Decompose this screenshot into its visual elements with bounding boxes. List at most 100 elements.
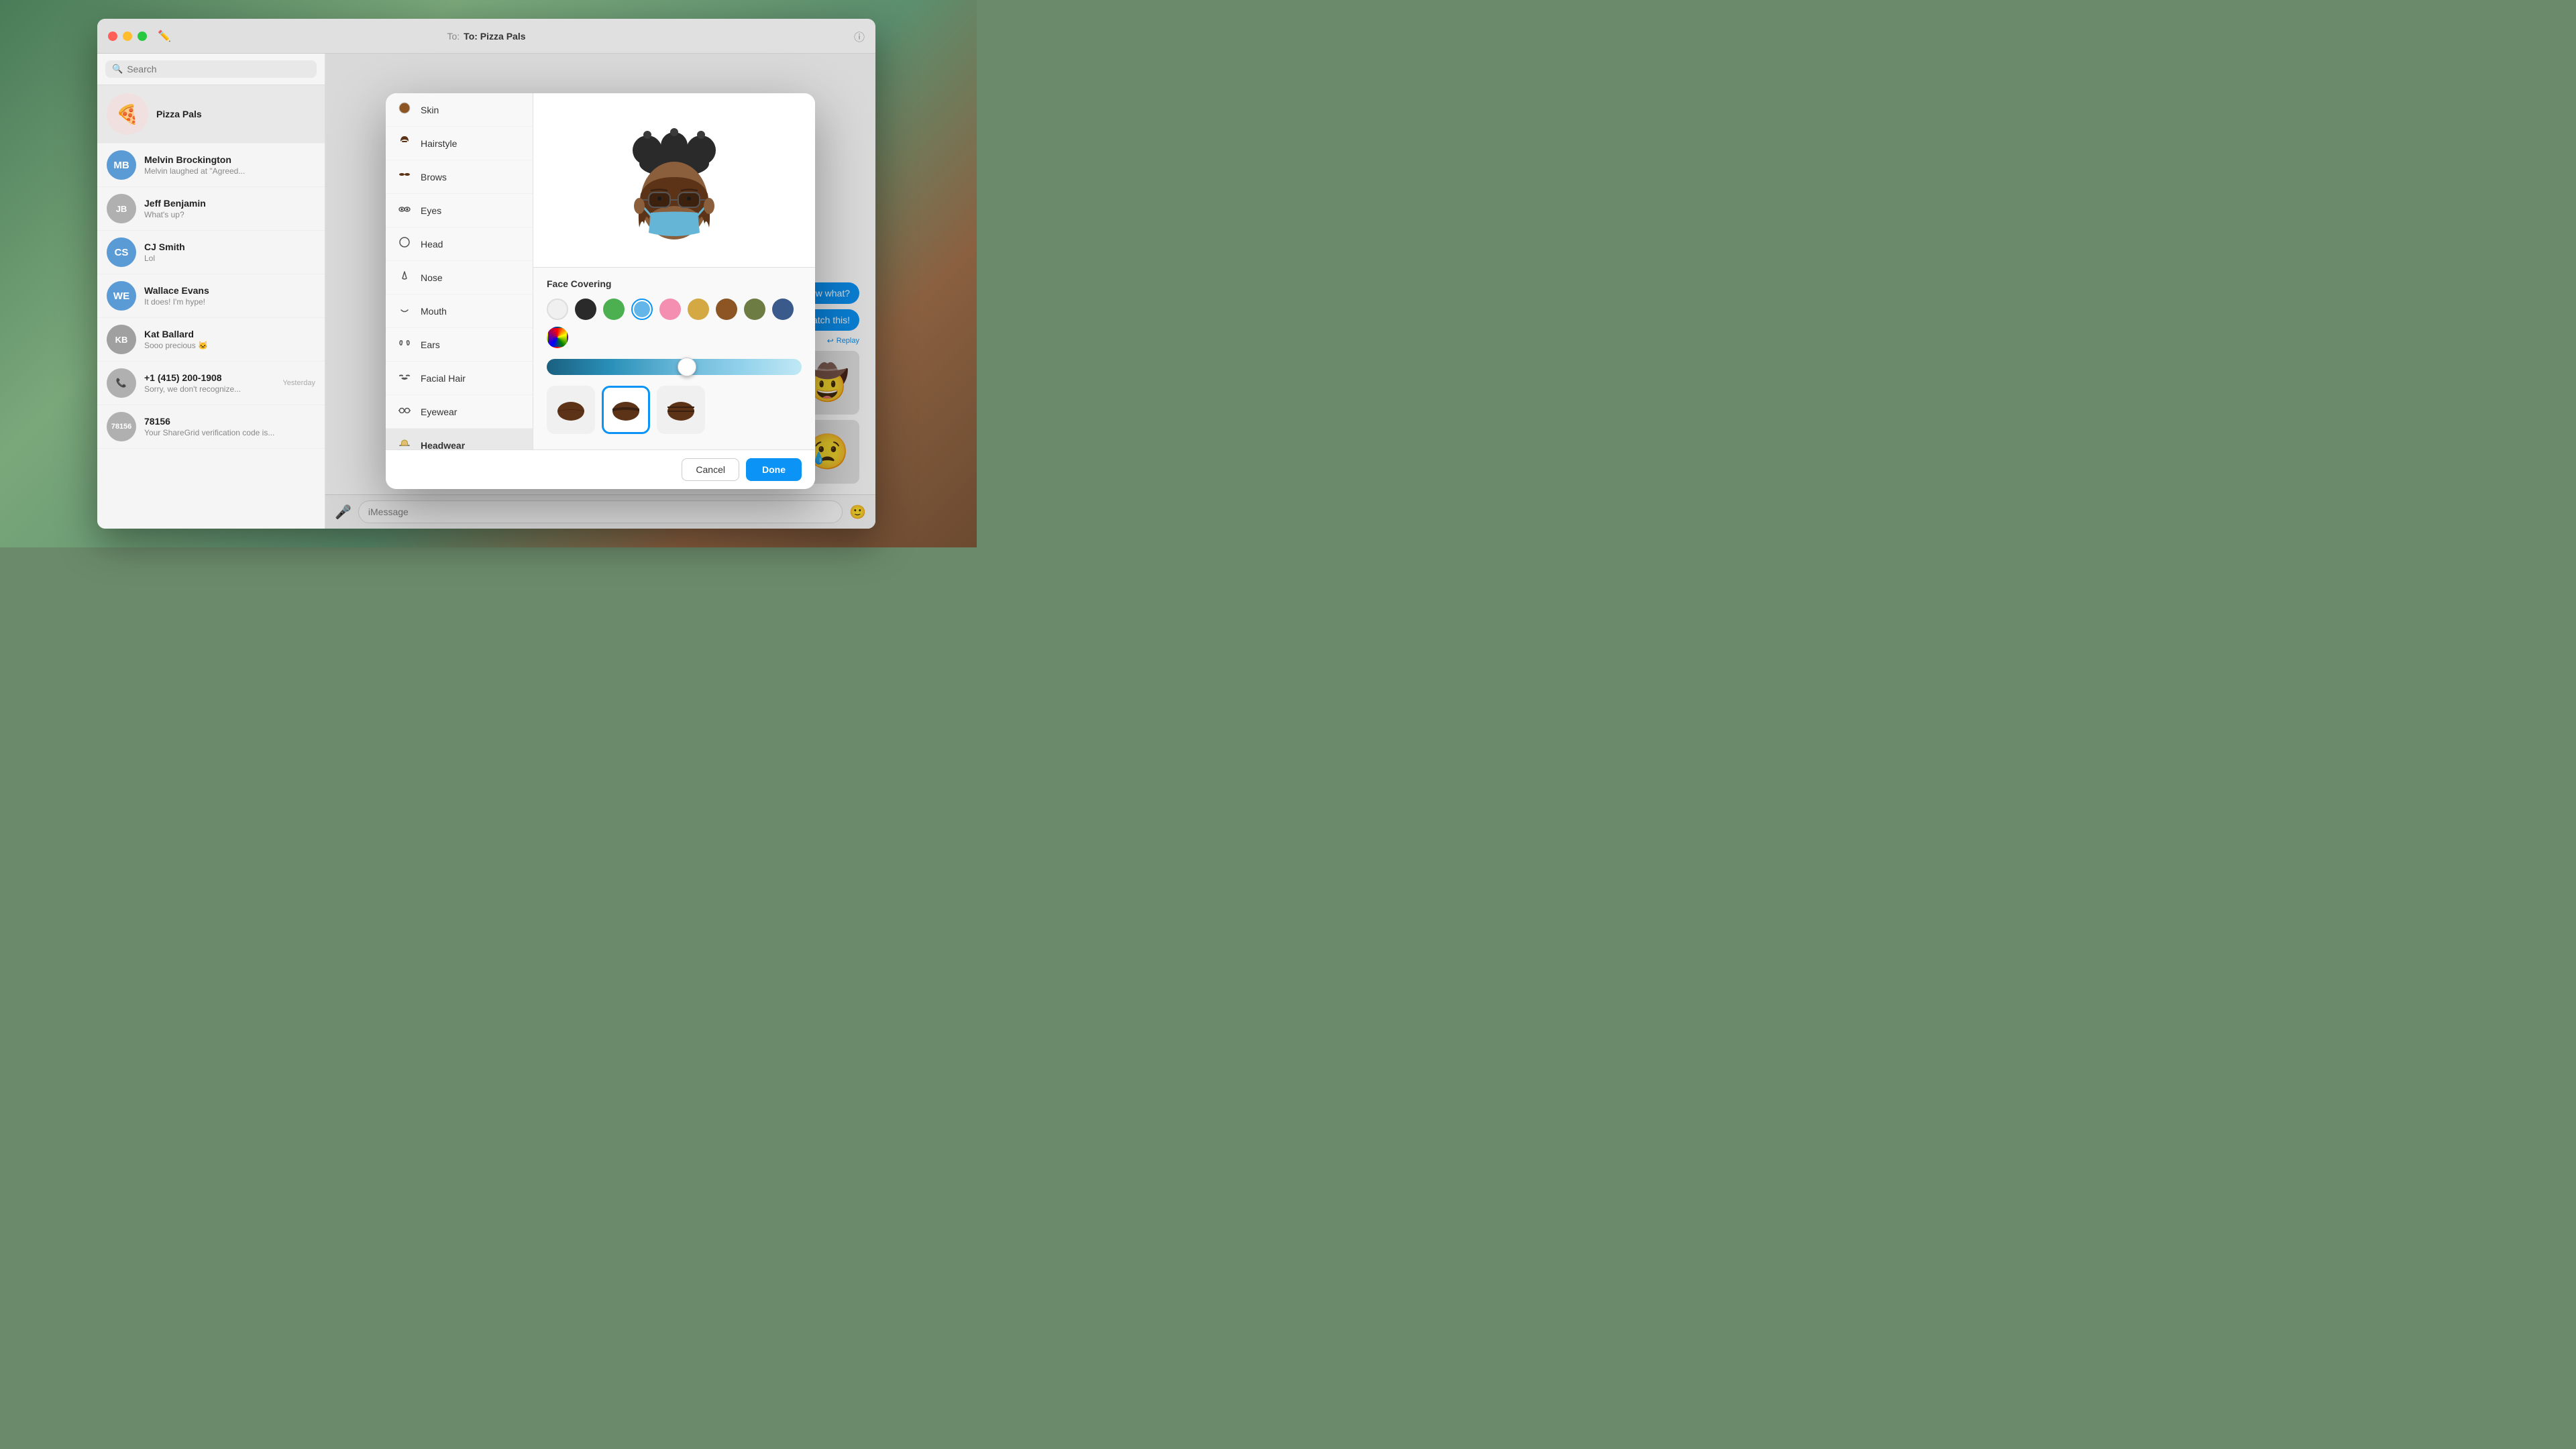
sidebar-item-ears[interactable]: Ears <box>386 328 533 362</box>
sidebar-item-headwear[interactable]: Headwear <box>386 429 533 449</box>
info-icon[interactable]: ⓘ <box>854 28 865 44</box>
search-input-wrap[interactable]: 🔍 <box>105 60 317 78</box>
nose-icon <box>396 269 413 286</box>
conv-name: +1 (415) 200-1908 <box>144 372 274 383</box>
conv-preview: It does! I'm hype! <box>144 297 315 307</box>
swatch-white[interactable] <box>547 299 568 320</box>
conv-preview: Your ShareGrid verification code is... <box>144 428 315 437</box>
sidebar-item-facial-hair[interactable]: Facial Hair <box>386 362 533 395</box>
sidebar-item-hairstyle[interactable]: Hairstyle <box>386 127 533 160</box>
options-panel: Face Covering <box>533 93 815 449</box>
swatch-navy[interactable] <box>772 299 794 320</box>
cancel-button[interactable]: Cancel <box>682 458 739 481</box>
avatar: 📞 <box>107 368 136 398</box>
list-item[interactable]: 78156 78156 Your ShareGrid verification … <box>97 405 325 449</box>
conv-name: 78156 <box>144 416 315 427</box>
conv-info: Pizza Pals <box>156 109 315 119</box>
sidebar-item-skin[interactable]: Skin <box>386 93 533 127</box>
search-input[interactable] <box>127 64 310 74</box>
ears-icon <box>396 336 413 353</box>
mouth-icon <box>396 303 413 319</box>
swatch-olive[interactable] <box>744 299 765 320</box>
conv-name: Kat Ballard <box>144 329 315 339</box>
dialog-body: Skin Hairstyle <box>386 93 815 449</box>
swatch-green[interactable] <box>603 299 625 320</box>
list-item[interactable]: KB Kat Ballard Sooo precious 🐱 <box>97 318 325 362</box>
conv-name: Melvin Brockington <box>144 154 315 165</box>
list-item[interactable]: 📞 +1 (415) 200-1908 Sorry, we don't reco… <box>97 362 325 405</box>
style-option-2[interactable] <box>602 386 650 434</box>
sidebar-item-head[interactable]: Head <box>386 227 533 261</box>
list-item[interactable]: CS CJ Smith Lol <box>97 231 325 274</box>
conv-info: Melvin Brockington Melvin laughed at "Ag… <box>144 154 315 176</box>
conv-info: Wallace Evans It does! I'm hype! <box>144 285 315 307</box>
title-bar: ✏️ To: To: Pizza Pals ⓘ <box>97 19 875 54</box>
category-label: Skin <box>421 105 439 115</box>
color-slider-wrap <box>547 359 802 375</box>
category-label: Nose <box>421 272 443 283</box>
swatch-light-blue[interactable] <box>631 299 653 320</box>
hairstyle-icon <box>396 135 413 152</box>
face-covering-options: Face Covering <box>533 268 815 449</box>
conv-preview: Lol <box>144 254 315 263</box>
style-options <box>547 386 802 434</box>
sidebar-item-nose[interactable]: Nose <box>386 261 533 294</box>
swatch-gold[interactable] <box>688 299 709 320</box>
section-title: Face Covering <box>547 278 802 289</box>
facial-hair-icon <box>396 370 413 386</box>
traffic-lights <box>108 32 147 41</box>
conv-preview: Melvin laughed at "Agreed... <box>144 166 315 176</box>
maximize-button[interactable] <box>138 32 147 41</box>
title-recipient: To: Pizza Pals <box>464 31 525 42</box>
category-label: Headwear <box>421 440 465 450</box>
conv-name: Jeff Benjamin <box>144 198 315 209</box>
swatch-brown[interactable] <box>716 299 737 320</box>
color-swatches <box>547 299 802 348</box>
conv-info: 78156 Your ShareGrid verification code i… <box>144 416 315 437</box>
minimize-button[interactable] <box>123 32 132 41</box>
avatar: WE <box>107 281 136 311</box>
list-item[interactable]: MB Melvin Brockington Melvin laughed at … <box>97 144 325 187</box>
style-option-1[interactable] <box>547 386 595 434</box>
conv-name: Pizza Pals <box>156 109 315 119</box>
sidebar-item-mouth[interactable]: Mouth <box>386 294 533 328</box>
headwear-icon <box>396 437 413 449</box>
avatar: MB <box>107 150 136 180</box>
eyewear-icon <box>396 403 413 420</box>
conv-name: Wallace Evans <box>144 285 315 296</box>
list-item[interactable]: JB Jeff Benjamin What's up? <box>97 187 325 231</box>
title-to-label: To: <box>447 31 460 42</box>
memoji-3d-preview <box>607 113 741 248</box>
category-label: Hairstyle <box>421 138 457 149</box>
slider-thumb[interactable] <box>678 358 696 376</box>
swatch-black[interactable] <box>575 299 596 320</box>
sidebar-item-brows[interactable]: Brows <box>386 160 533 194</box>
style-option-3[interactable] <box>657 386 705 434</box>
close-button[interactable] <box>108 32 117 41</box>
avatar: KB <box>107 325 136 354</box>
category-label: Mouth <box>421 306 447 317</box>
conv-meta: Yesterday <box>282 379 315 387</box>
swatch-pink[interactable] <box>659 299 681 320</box>
swatch-multicolor[interactable] <box>547 327 568 348</box>
avatar: JB <box>107 194 136 223</box>
conv-preview: Sorry, we don't recognize... <box>144 384 274 394</box>
conv-info: +1 (415) 200-1908 Sorry, we don't recogn… <box>144 372 274 394</box>
conv-preview: What's up? <box>144 210 315 219</box>
sidebar-item-eyes[interactable]: Eyes <box>386 194 533 227</box>
category-label: Eyewear <box>421 407 457 417</box>
conv-info: Kat Ballard Sooo precious 🐱 <box>144 329 315 350</box>
list-item[interactable]: WE Wallace Evans It does! I'm hype! <box>97 274 325 318</box>
avatar: 78156 <box>107 412 136 441</box>
skin-icon <box>396 101 413 118</box>
compose-icon[interactable]: ✏️ <box>158 30 171 43</box>
dialog-footer: Cancel Done <box>386 449 815 489</box>
avatar: 🍕 <box>107 93 148 135</box>
color-slider[interactable] <box>547 359 802 375</box>
sidebar-item-eyewear[interactable]: Eyewear <box>386 395 533 429</box>
chat-area: Wow what? Okay, watch this! ↩ Replay 🤠 😢… <box>325 54 875 529</box>
conversation-list: 🍕 Pizza Pals MB Melvin Brockington Melvi… <box>97 85 325 529</box>
list-item[interactable]: 🍕 Pizza Pals <box>97 85 325 144</box>
content-area: 🔍 🍕 Pizza Pals MB Melvin Brockington <box>97 54 875 529</box>
done-button[interactable]: Done <box>746 458 802 481</box>
